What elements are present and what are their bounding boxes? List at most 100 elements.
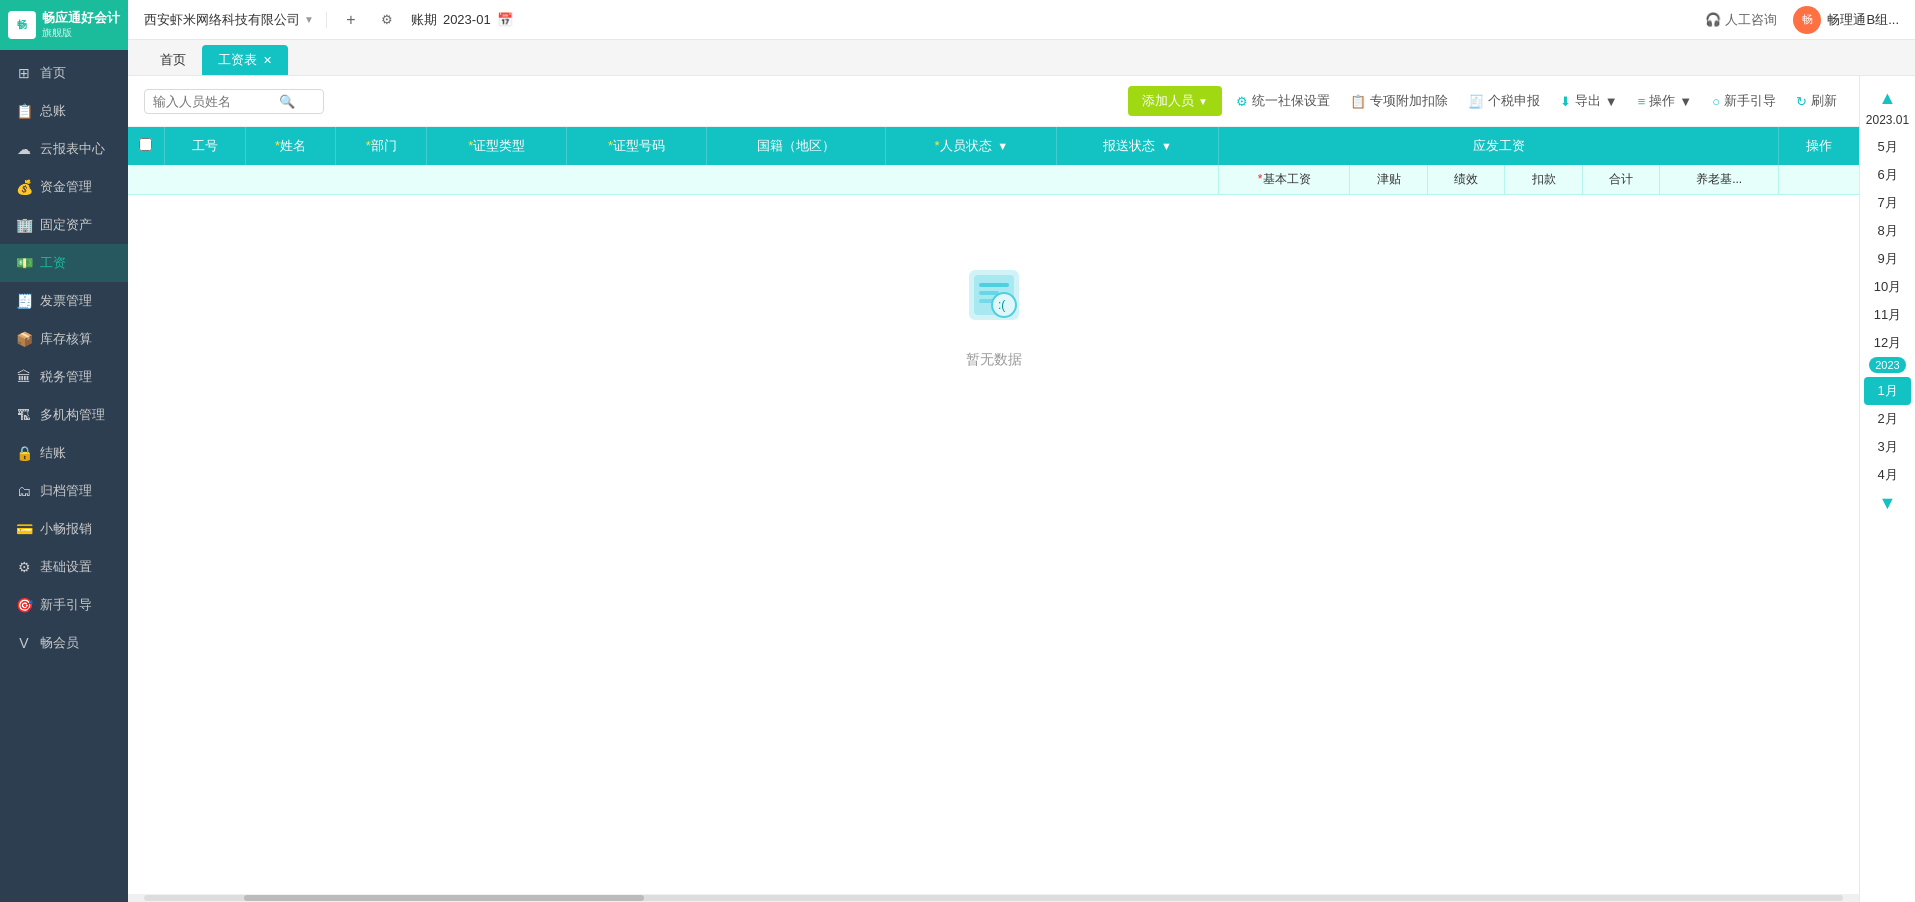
special-deduction-action[interactable]: 📋 专项附加扣除 [1344,88,1454,114]
sidebar-item-tax[interactable]: 🏛 税务管理 [0,358,128,396]
company-name: 西安虾米网络科技有限公司 [144,11,300,29]
sidebar-item-invoice[interactable]: 🧾 发票管理 [0,282,128,320]
th-allowance: 津贴 [1350,165,1427,195]
sidebar-item-archive-label: 归档管理 [40,482,92,500]
cloud-report-icon: ☁ [16,141,32,157]
add-person-button[interactable]: 添加人员 ▼ [1128,86,1222,116]
operations-action[interactable]: ≡ 操作 ▼ [1632,88,1698,114]
settings-icon: ⚙ [16,559,32,575]
sidebar-item-multi-org[interactable]: 🏗 多机构管理 [0,396,128,434]
sidebar-item-archive[interactable]: 🗂 归档管理 [0,472,128,510]
th-id-type: *证型类型 [427,127,567,165]
empty-state: :( 暂无数据 [128,195,1859,429]
table-sub-header-row: *基本工资 津贴 绩效 扣款 合计 养老基... [128,165,1859,195]
th-deduction: 扣款 [1505,165,1582,195]
calendar-month-8[interactable]: 8月 [1860,217,1915,245]
scroll-thumb[interactable] [244,895,644,901]
social-security-action[interactable]: ⚙ 统一社保设置 [1230,88,1336,114]
search-wrapper[interactable]: 🔍 [144,89,324,114]
toolbar-right: 添加人员 ▼ ⚙ 统一社保设置 📋 专项附加扣除 🧾 个税申报 [1128,86,1843,116]
sidebar-item-cloud-report[interactable]: ☁ 云报表中心 [0,130,128,168]
special-deduction-label: 专项附加扣除 [1370,92,1448,110]
guide-action[interactable]: ○ 新手引导 [1706,88,1782,114]
special-deduction-icon: 📋 [1350,94,1366,109]
sidebar-item-multi-org-label: 多机构管理 [40,406,105,424]
header-period: 账期 2023-01 📅 [411,11,513,29]
th-name: *姓名 [245,127,336,165]
company-selector[interactable]: 西安虾米网络科技有限公司 ▼ [144,11,314,29]
sidebar-item-salary[interactable]: 💵 工资 [0,244,128,282]
tab-home[interactable]: 首页 [144,45,202,75]
calendar-month-3[interactable]: 3月 [1860,433,1915,461]
th-checkbox[interactable] [128,127,164,165]
sidebar-item-member[interactable]: V 畅会员 [0,624,128,662]
sidebar-item-expense-label: 小畅报销 [40,520,92,538]
company-dropdown-arrow: ▼ [304,14,314,25]
social-security-label: 统一社保设置 [1252,92,1330,110]
avatar: 畅 [1793,6,1821,34]
refresh-action[interactable]: ↻ 刷新 [1790,88,1843,114]
tab-salary-table[interactable]: 工资表 ✕ [202,45,288,75]
fund-icon: 💰 [16,179,32,195]
sidebar-logo: 畅 畅应通好会计 旗舰版 [0,0,128,50]
calendar-month-12[interactable]: 12月 [1860,329,1915,357]
sidebar: 畅 畅应通好会计 旗舰版 ⊞ 首页 📋 总账 ☁ 云报表中心 💰 资金管理 🏢 … [0,0,128,902]
personal-tax-icon: 🧾 [1468,94,1484,109]
sidebar-item-expense[interactable]: 💳 小畅报销 [0,510,128,548]
empty-text: 暂无数据 [966,351,1022,369]
tabs-bar: 首页 工资表 ✕ [128,40,1915,76]
guide-label: 新手引导 [1724,92,1776,110]
calendar-month-1[interactable]: 1月 [1864,377,1911,405]
calendar-month-10[interactable]: 10月 [1860,273,1915,301]
sidebar-item-settings[interactable]: ⚙ 基础设置 [0,548,128,586]
calendar-month-6[interactable]: 6月 [1860,161,1915,189]
calendar-month-11[interactable]: 11月 [1860,301,1915,329]
calendar-up-nav[interactable]: ▲ [1875,84,1901,113]
personal-tax-action[interactable]: 🧾 个税申报 [1462,88,1546,114]
sidebar-item-inventory[interactable]: 📦 库存核算 [0,320,128,358]
refresh-icon: ↻ [1796,94,1807,109]
th-id-number: *证型号码 [567,127,707,165]
add-person-arrow: ▼ [1198,96,1208,107]
th-dept: *部门 [336,127,427,165]
sidebar-item-fund-label: 资金管理 [40,178,92,196]
empty-icon: :( [954,255,1034,335]
calendar-month-4[interactable]: 4月 [1860,461,1915,489]
header-divider-1 [326,12,327,28]
service-button[interactable]: 🎧 人工咨询 [1705,11,1777,29]
calendar-down-nav[interactable]: ▼ [1875,489,1901,518]
search-input[interactable] [153,94,273,109]
calendar-month-2[interactable]: 2月 [1860,405,1915,433]
th-pension: 养老基... [1660,165,1779,195]
tab-close-icon[interactable]: ✕ [263,54,272,67]
header-settings-button[interactable]: ⚙ [375,8,399,32]
sidebar-item-home[interactable]: ⊞ 首页 [0,54,128,92]
th-status: *人员状态 ▼ [886,127,1057,165]
calendar-icon[interactable]: 📅 [497,12,513,27]
close-icon: 🔒 [16,445,32,461]
panel-container: 🔍 添加人员 ▼ ⚙ 统一社保设置 📋 专项附加扣除 [128,76,1915,902]
table-header-row: 工号 *姓名 *部门 *证型类型 *证型号码 国籍（地区） *人员状态 ▼ 报送… [128,127,1859,165]
calendar-month-9[interactable]: 9月 [1860,245,1915,273]
sidebar-item-close[interactable]: 🔒 结账 [0,434,128,472]
calendar-month-7[interactable]: 7月 [1860,189,1915,217]
guide-icon: 🎯 [16,597,32,613]
username: 畅理通B组... [1827,11,1899,29]
sidebar-item-tax-label: 税务管理 [40,368,92,386]
select-all-checkbox[interactable] [139,138,152,151]
table-scroll-bar[interactable] [128,894,1859,902]
calendar-month-5[interactable]: 5月 [1860,133,1915,161]
table-wrapper: 工号 *姓名 *部门 *证型类型 *证型号码 国籍（地区） *人员状态 ▼ 报送… [128,127,1859,894]
search-icon: 🔍 [279,94,295,109]
operations-arrow: ▼ [1679,94,1692,109]
sidebar-item-guide[interactable]: 🎯 新手引导 [0,586,128,624]
sidebar-item-ledger[interactable]: 📋 总账 [0,92,128,130]
export-action[interactable]: ⬇ 导出 ▼ [1554,88,1624,114]
scroll-track [144,895,1843,901]
header-add-button[interactable]: + [339,8,363,32]
salary-icon: 💵 [16,255,32,271]
sidebar-item-fund[interactable]: 💰 资金管理 [0,168,128,206]
sidebar-item-fixed-assets[interactable]: 🏢 固定资产 [0,206,128,244]
user-menu[interactable]: 畅 畅理通B组... [1793,6,1899,34]
calendar-period-label: 2023.01 [1866,113,1909,127]
